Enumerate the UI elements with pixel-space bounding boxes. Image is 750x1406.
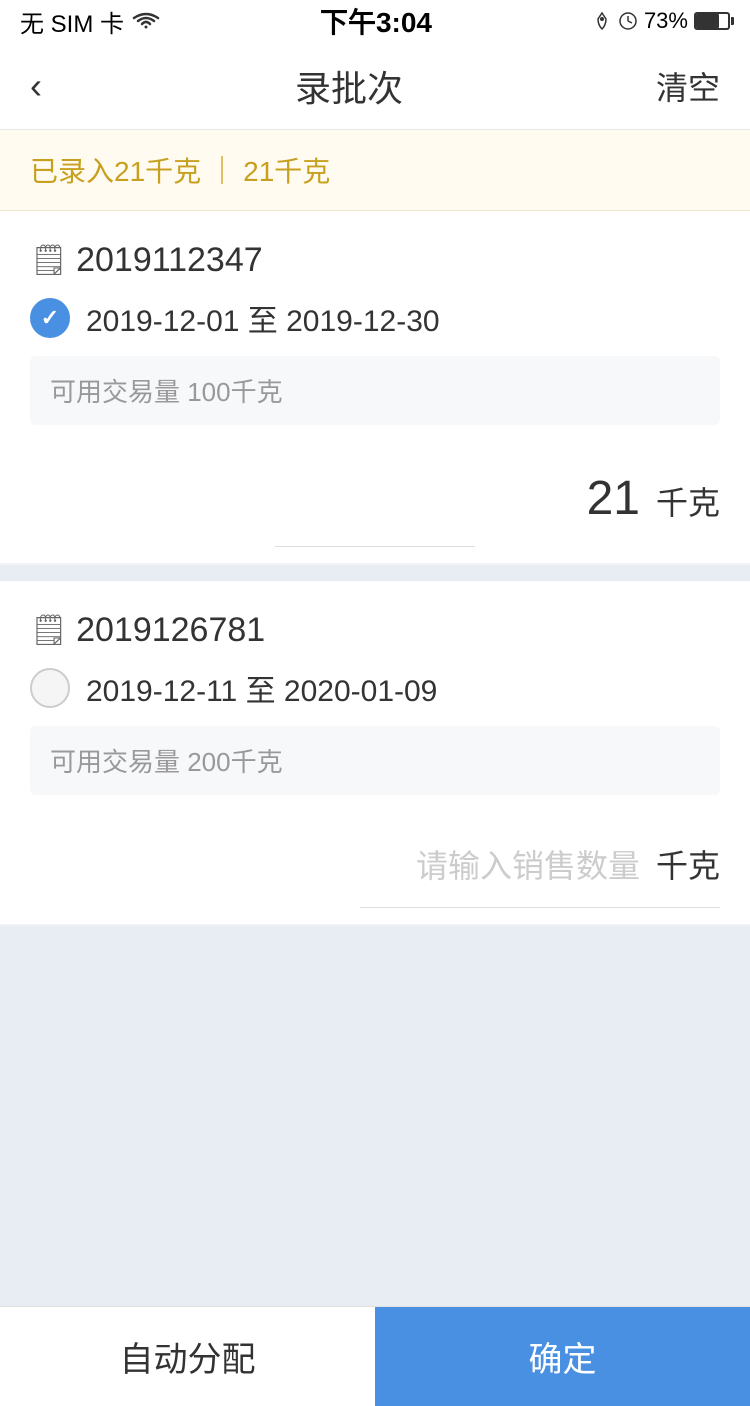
back-button[interactable]: ‹ — [30, 65, 42, 107]
batch1-radio[interactable] — [30, 298, 70, 338]
batch1-number: 2019112347 — [76, 241, 263, 280]
batch1-header: 🗒 2019112347 — [30, 241, 720, 280]
nav-bar: ‹ 录批次 清空 — [0, 42, 750, 130]
battery-text: 73% — [644, 8, 688, 34]
batch1-avail-text: 可用交易量 100千克 — [50, 377, 283, 407]
batch1-date: 2019-12-01 至 2019-12-30 — [86, 296, 440, 340]
auto-distribute-button[interactable]: 自动分配 — [0, 1307, 375, 1406]
status-bar: 无 SIM 卡 下午3:04 73% — [0, 0, 750, 42]
batch2-qty-placeholder[interactable]: 请输入销售数量 — [30, 841, 640, 887]
gray-area — [0, 926, 750, 1306]
location-icon — [592, 11, 612, 31]
batch2-input-row[interactable]: 请输入销售数量 千克 — [0, 831, 750, 907]
status-time: 下午3:04 — [320, 1, 432, 41]
no-sim-text: 无 SIM 卡 — [20, 4, 124, 39]
batch2-date: 2019-12-11 至 2020-01-09 — [86, 666, 437, 710]
batch2-icon: 🗒 — [30, 613, 68, 648]
total-qty: 21千克 — [243, 150, 330, 190]
batch1-qty-unit: 千克 — [656, 478, 720, 524]
status-right: 73% — [592, 8, 730, 34]
bottom-bar: 自动分配 确定 — [0, 1306, 750, 1406]
batch2-radio[interactable] — [30, 668, 70, 708]
batch2-avail-text: 可用交易量 200千克 — [50, 747, 283, 777]
clear-button[interactable]: 清空 — [656, 63, 720, 109]
batch1-qty-row: 21 千克 — [0, 461, 750, 546]
batch2-date-row[interactable]: 2019-12-11 至 2020-01-09 — [30, 666, 720, 710]
section-separator — [0, 565, 750, 581]
nav-title: 录批次 — [295, 60, 403, 112]
batch1-date-row[interactable]: 2019-12-01 至 2019-12-30 — [30, 296, 720, 340]
confirm-button[interactable]: 确定 — [375, 1307, 750, 1406]
info-divider — [221, 156, 223, 184]
status-left: 无 SIM 卡 — [20, 4, 160, 39]
clock-icon — [618, 11, 638, 31]
batch1-avail: 可用交易量 100千克 — [30, 356, 720, 425]
info-banner: 已录入21千克 21千克 — [0, 130, 750, 211]
batch1-card: 🗒 2019112347 2019-12-01 至 2019-12-30 可用交… — [0, 211, 750, 563]
batch2-avail: 可用交易量 200千克 — [30, 726, 720, 795]
batch2-number: 2019126781 — [76, 611, 265, 650]
batch2-unit: 千克 — [656, 841, 720, 887]
batch2-card: 🗒 2019126781 2019-12-11 至 2020-01-09 可用交… — [0, 581, 750, 924]
battery-icon — [694, 12, 730, 30]
wifi-icon — [132, 11, 160, 31]
batch1-icon: 🗒 — [30, 243, 68, 278]
batch2-divider — [360, 907, 720, 908]
recorded-qty: 已录入21千克 — [30, 150, 201, 190]
batch1-qty-value: 21 — [587, 471, 640, 526]
batch2-header: 🗒 2019126781 — [30, 611, 720, 650]
